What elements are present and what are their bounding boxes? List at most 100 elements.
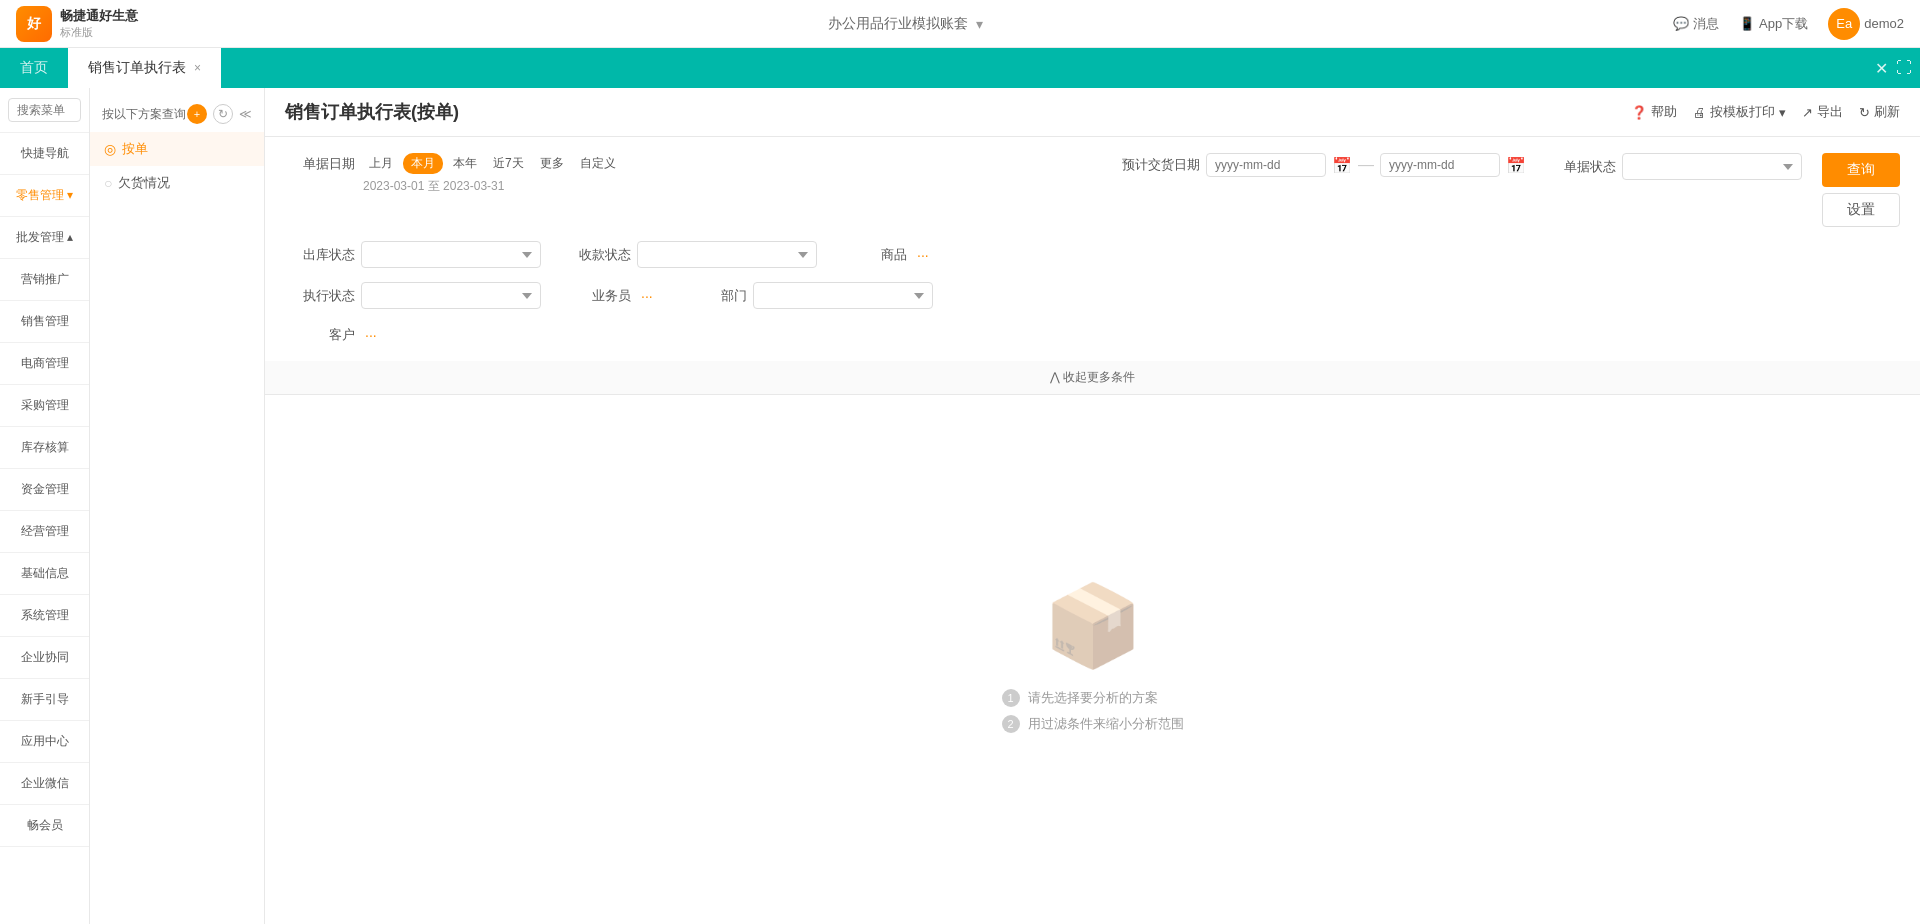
empty-state-icon: 📦 [1043, 579, 1143, 673]
receive-status-group: 收款状态 [561, 241, 817, 268]
out-status-label: 出库状态 [285, 246, 355, 264]
sidebar: 快捷导航 零售管理 ▾ 批发管理 ▴ 营销推广 销售管理 电商管理 采购管理 库… [0, 88, 90, 924]
add-scheme-btn[interactable]: + [187, 104, 207, 124]
customer-group: 客户 ··· [285, 323, 381, 347]
doc-status-label: 单据状态 [1546, 158, 1616, 176]
refresh-scheme-btn[interactable]: ↻ [213, 104, 233, 124]
app-download-btn[interactable]: 📱 App下载 [1739, 15, 1808, 33]
sidebar-item-retail[interactable]: 零售管理 ▾ [0, 175, 89, 217]
salesperson-label: 业务员 [561, 287, 631, 305]
customer-label: 客户 [285, 326, 355, 344]
out-status-select[interactable] [361, 241, 541, 268]
logo-text: 畅捷通好生意 标准版 [60, 8, 138, 39]
main-layout: 快捷导航 零售管理 ▾ 批发管理 ▴ 营销推广 销售管理 电商管理 采购管理 库… [0, 88, 1920, 924]
date-tabs: 上月 本月 本年 近7天 更多 自定义 [363, 153, 622, 174]
empty-tip-1: 1 请先选择要分析的方案 [1002, 689, 1184, 707]
query-btn[interactable]: 查询 [1822, 153, 1900, 187]
exec-status-select[interactable] [361, 282, 541, 309]
panel-item-shortage[interactable]: ○ 欠货情况 [90, 166, 264, 200]
print-dropdown-icon: ▾ [1779, 105, 1786, 120]
calendar-start-icon[interactable]: 📅 [1332, 156, 1352, 175]
date-tab-7days[interactable]: 近7天 [487, 153, 530, 174]
tab-home[interactable]: 首页 [0, 48, 68, 88]
message-btn[interactable]: 💬 消息 [1673, 15, 1719, 33]
date-tab-lastmonth[interactable]: 上月 [363, 153, 399, 174]
salesperson-picker-btn[interactable]: ··· [637, 284, 657, 308]
print-btn[interactable]: 🖨 按模板打印 ▾ [1693, 103, 1786, 121]
filter-row-3: 执行状态 业务员 ··· 部门 [285, 282, 1900, 309]
date-tab-more[interactable]: 更多 [534, 153, 570, 174]
print-icon: 🖨 [1693, 105, 1706, 120]
sidebar-item-appcenter[interactable]: 应用中心 [0, 721, 89, 763]
logo-icon: 好 [16, 6, 52, 42]
sidebar-item-sales[interactable]: 销售管理 [0, 301, 89, 343]
panel-item-by-order[interactable]: ◎ 按单 [90, 132, 264, 166]
left-panel: 按以下方案查询 + ↻ ≪ ◎ 按单 ○ 欠货情况 [90, 88, 265, 924]
expected-date-start[interactable] [1206, 153, 1326, 177]
customer-picker-btn[interactable]: ··· [361, 323, 381, 347]
date-filter-top: 单据日期 上月 本月 本年 近7天 更多 自定义 [285, 153, 622, 174]
filter-row-2: 出库状态 收款状态 商品 ··· [285, 241, 1900, 268]
expected-date-end[interactable] [1380, 153, 1500, 177]
page-title: 销售订单执行表(按单) [285, 100, 459, 124]
sidebar-item-finance[interactable]: 资金管理 [0, 469, 89, 511]
help-btn[interactable]: ❓ 帮助 [1631, 103, 1677, 121]
receive-status-select[interactable] [637, 241, 817, 268]
panel-item-icon: ◎ [104, 141, 116, 157]
empty-state: 📦 1 请先选择要分析的方案 2 用过滤条件来缩小分析范围 [265, 395, 1920, 924]
export-icon: ↗ [1802, 105, 1813, 120]
date-tab-thisyear[interactable]: 本年 [447, 153, 483, 174]
exec-status-label: 执行状态 [285, 287, 355, 305]
collapse-arrow-icon: ⋀ [1050, 370, 1060, 384]
nav-dropdown-icon[interactable]: ▾ [976, 16, 983, 32]
date-tab-thismonth[interactable]: 本月 [403, 153, 443, 174]
nav-title-area: 办公用品行业模拟账套 ▾ [828, 15, 983, 33]
maximize-btn[interactable]: ⛶ [1896, 59, 1912, 77]
left-panel-icons: + ↻ ≪ [187, 104, 252, 124]
sidebar-item-marketing[interactable]: 营销推广 [0, 259, 89, 301]
settings-btn[interactable]: 设置 [1822, 193, 1900, 227]
receive-status-label: 收款状态 [561, 246, 631, 264]
help-icon: ❓ [1631, 105, 1647, 120]
sidebar-item-basic-info[interactable]: 基础信息 [0, 553, 89, 595]
message-icon: 💬 [1673, 16, 1689, 31]
top-bar: 好 畅捷通好生意 标准版 办公用品行业模拟账套 ▾ 💬 消息 📱 App下载 E… [0, 0, 1920, 48]
product-picker-btn[interactable]: ··· [913, 243, 933, 267]
sidebar-item-member[interactable]: 畅会员 [0, 805, 89, 847]
doc-status-select[interactable] [1622, 153, 1802, 180]
sidebar-item-ecommerce[interactable]: 电商管理 [0, 343, 89, 385]
user-avatar: Ea [1828, 8, 1860, 40]
export-btn[interactable]: ↗ 导出 [1802, 103, 1843, 121]
tab-active[interactable]: 销售订单执行表 × [68, 48, 221, 88]
sidebar-item-newuser[interactable]: 新手引导 [0, 679, 89, 721]
sidebar-item-inventory[interactable]: 库存核算 [0, 427, 89, 469]
out-status-group: 出库状态 [285, 241, 541, 268]
sidebar-item-operations[interactable]: 经营管理 [0, 511, 89, 553]
date-tab-custom[interactable]: 自定义 [574, 153, 622, 174]
dept-label: 部门 [677, 287, 747, 305]
date-range-text: 2023-03-01 至 2023-03-31 [363, 178, 622, 195]
collapse-bar[interactable]: ⋀ 收起更多条件 [265, 361, 1920, 395]
date-separator: — [1358, 156, 1374, 174]
user-area[interactable]: Ea demo2 [1828, 8, 1904, 40]
tab-close-btn[interactable]: × [194, 61, 201, 75]
sidebar-item-enterprise[interactable]: 企业协同 [0, 637, 89, 679]
sidebar-item-system[interactable]: 系统管理 [0, 595, 89, 637]
dept-select[interactable] [753, 282, 933, 309]
empty-tips: 1 请先选择要分析的方案 2 用过滤条件来缩小分析范围 [1002, 689, 1184, 741]
sidebar-item-quick-nav[interactable]: 快捷导航 [0, 133, 89, 175]
filter-row-1: 单据日期 上月 本月 本年 近7天 更多 自定义 2023-03-01 至 20… [285, 153, 1900, 227]
calendar-end-icon[interactable]: 📅 [1506, 156, 1526, 175]
filter-area: 单据日期 上月 本月 本年 近7天 更多 自定义 2023-03-01 至 20… [265, 137, 1920, 361]
close-window-btn[interactable]: ✕ [1875, 59, 1888, 78]
search-input[interactable] [8, 98, 81, 122]
tab-bar: 首页 销售订单执行表 × ✕ ⛶ [0, 48, 1920, 88]
refresh-btn[interactable]: ↻ 刷新 [1859, 103, 1900, 121]
sidebar-item-wechat[interactable]: 企业微信 [0, 763, 89, 805]
sidebar-item-purchase[interactable]: 采购管理 [0, 385, 89, 427]
collapse-panel-btn[interactable]: ≪ [239, 107, 252, 121]
page-header: 销售订单执行表(按单) ❓ 帮助 🖨 按模板打印 ▾ ↗ 导出 [265, 88, 1920, 137]
sidebar-item-wholesale[interactable]: 批发管理 ▴ [0, 217, 89, 259]
product-label: 商品 [837, 246, 907, 264]
page-actions: ❓ 帮助 🖨 按模板打印 ▾ ↗ 导出 ↻ 刷新 [1631, 103, 1900, 121]
